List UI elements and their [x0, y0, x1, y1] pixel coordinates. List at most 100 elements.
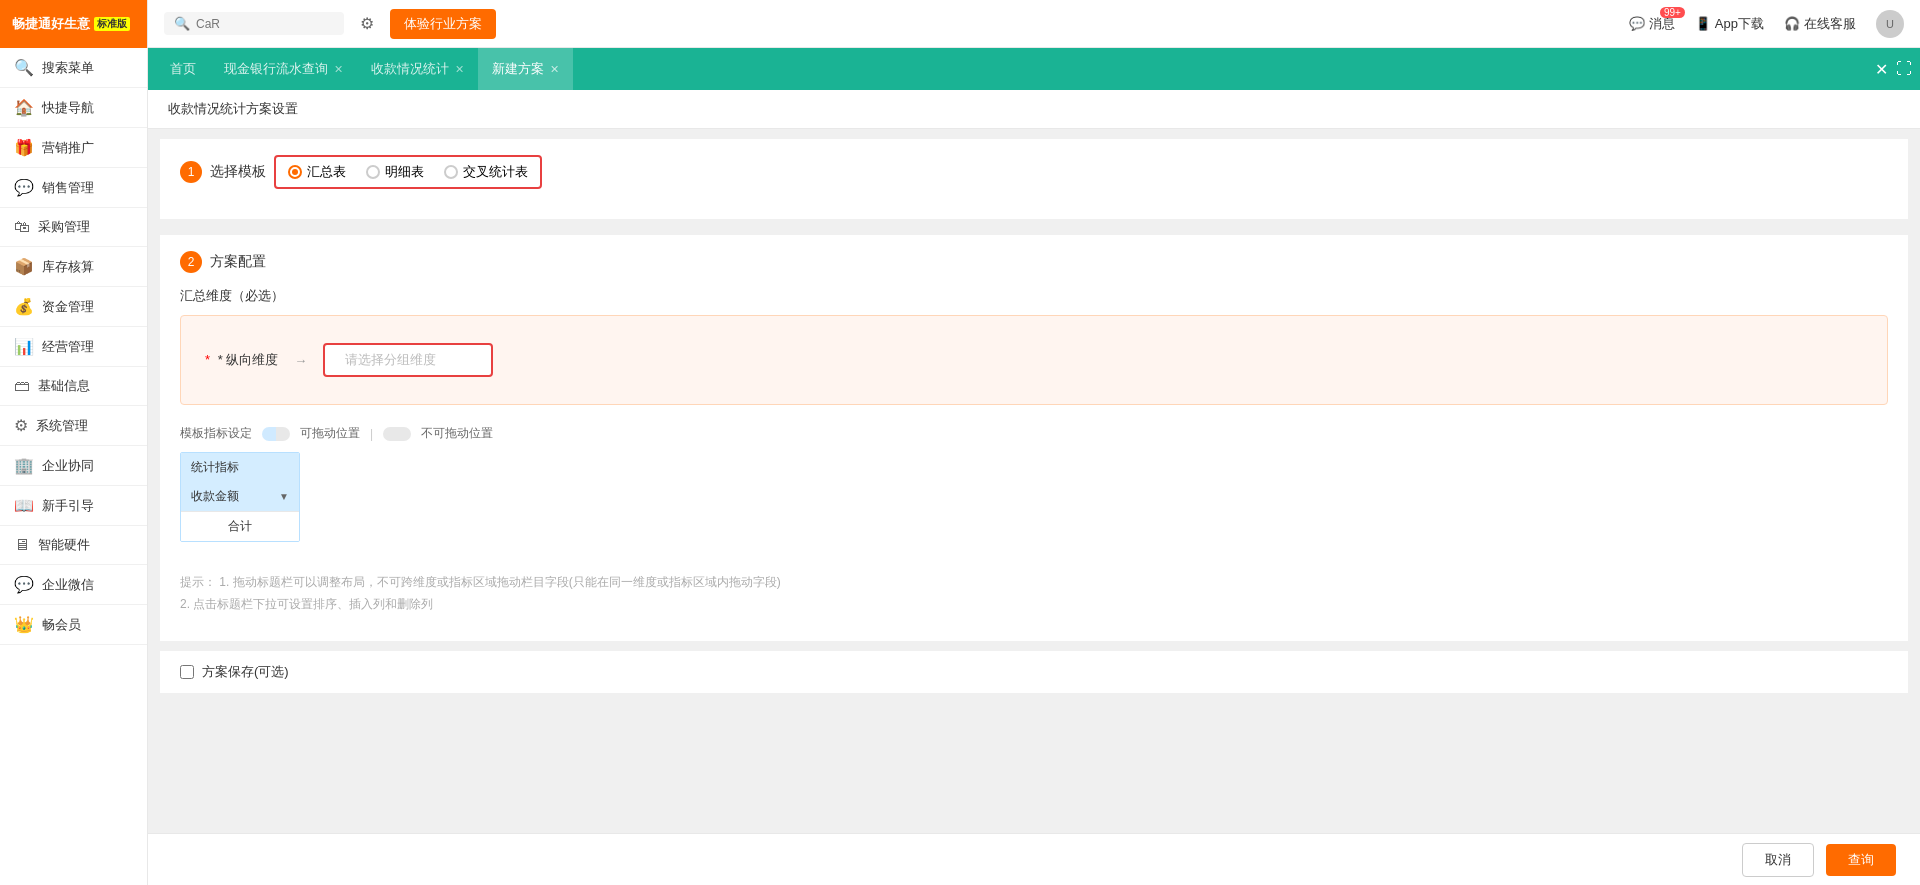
save-label: 方案保存(可选) [202, 663, 289, 681]
query-button[interactable]: 查询 [1826, 844, 1896, 876]
sidebar-label-purchase: 采购管理 [38, 218, 90, 236]
sidebar-icon-basic-info: 🗃 [14, 377, 30, 395]
step1-number: 1 [180, 161, 202, 183]
radio-cross[interactable]: 交叉统计表 [444, 163, 528, 181]
search-input[interactable] [196, 17, 316, 31]
arrow: → [294, 353, 307, 368]
content-area: 收款情况统计方案设置 1 选择模板 汇总表 明细表 交 [148, 90, 1920, 885]
radio-detail[interactable]: 明细表 [366, 163, 424, 181]
logo-badge: 标准版 [94, 17, 130, 31]
sidebar-icon-inventory: 📦 [14, 257, 34, 276]
tab-label-new-plan: 新建方案 [492, 60, 544, 78]
step2-section: 2 方案配置 汇总维度（必选） * * 纵向维度 → 请选择分组维度 [160, 235, 1908, 641]
sidebar-item-wechat[interactable]: 💬 企业微信 [0, 565, 147, 605]
metric-name-row[interactable]: 收款金额 ▼ [181, 482, 299, 511]
sidebar-item-basic-info[interactable]: 🗃 基础信息 [0, 367, 147, 406]
sidebar-label-inventory: 库存核算 [42, 258, 94, 276]
tab-new-plan[interactable]: 新建方案 ✕ [478, 48, 573, 90]
industry-btn[interactable]: 体验行业方案 [390, 9, 496, 39]
sidebar-icon-guide: 📖 [14, 496, 34, 515]
step1-section: 1 选择模板 汇总表 明细表 交叉统计表 [160, 139, 1908, 219]
dimension-row: * * 纵向维度 → 请选择分组维度 [205, 343, 1863, 377]
metric-sub: 合计 [228, 519, 252, 533]
sidebar-label-quick-nav: 快捷导航 [42, 99, 94, 117]
metrics-category: 统计指标 收款金额 ▼ 合计 [180, 452, 300, 542]
save-checkbox[interactable] [180, 665, 194, 679]
radio-summary[interactable]: 汇总表 [288, 163, 346, 181]
cancel-button[interactable]: 取消 [1742, 843, 1814, 877]
sidebar-label-sales: 销售管理 [42, 179, 94, 197]
sidebar-item-hardware[interactable]: 🖥智能硬件 [0, 526, 147, 565]
sidebar-item-enterprise[interactable]: 🏢企业协同 [0, 446, 147, 486]
sidebar-label-wechat: 企业微信 [42, 576, 94, 594]
metrics-title: 模板指标设定 [180, 425, 252, 442]
tab-close-receipts-stats[interactable]: ✕ [455, 63, 464, 76]
draggable-hint: 可拖动位置 [300, 425, 360, 442]
metric-name: 收款金额 [191, 488, 239, 505]
tab-close-new-plan[interactable]: ✕ [550, 63, 559, 76]
sidebar-label-enterprise: 企业协同 [42, 457, 94, 475]
sidebar-item-search-menu[interactable]: 🔍搜索菜单 [0, 48, 147, 88]
settings-icon[interactable]: ⚙ [360, 14, 374, 33]
required-star: * [205, 352, 210, 367]
main-content: 🔍 ⚙ 体验行业方案 💬 消息 99+ 📱 App下载 🎧 在线客服 U 首页现… [148, 0, 1920, 885]
topbar-right: 💬 消息 99+ 📱 App下载 🎧 在线客服 U [1629, 10, 1904, 38]
sidebar-item-purchase[interactable]: 🛍 采购管理 [0, 208, 147, 247]
step1-label: 选择模板 [210, 163, 266, 181]
vertical-dimension-label: * * 纵向维度 [205, 351, 278, 369]
page-title: 收款情况统计方案设置 [148, 90, 1920, 129]
sidebar-item-inventory[interactable]: 📦 库存核算 [0, 247, 147, 287]
sidebar-item-sales[interactable]: 💬销售管理 [0, 168, 147, 208]
message-btn[interactable]: 💬 消息 99+ [1629, 15, 1675, 33]
dimension-area: * * 纵向维度 → 请选择分组维度 [180, 315, 1888, 405]
download-btn[interactable]: 📱 App下载 [1695, 15, 1764, 33]
message-badge: 99+ [1660, 7, 1685, 18]
sidebar-icon-wechat: 💬 [14, 575, 34, 594]
avatar[interactable]: U [1876, 10, 1904, 38]
dimension-title: 汇总维度（必选） [180, 287, 1888, 305]
logo-text: 畅捷通好生意 [12, 16, 90, 32]
metric-sub-row: 合计 [181, 511, 299, 541]
sidebar-item-member[interactable]: 👑 畅会员 [0, 605, 147, 645]
sidebar-item-quick-nav[interactable]: 🏠 快捷导航 [0, 88, 147, 128]
metric-chevron-icon: ▼ [279, 491, 289, 502]
save-section: 方案保存(可选) [160, 651, 1908, 693]
sidebar-item-system[interactable]: ⚙系统管理 [0, 406, 147, 446]
sidebar-item-operations[interactable]: 📊经营管理 [0, 327, 147, 367]
radio-summary-label: 汇总表 [307, 163, 346, 181]
service-btn[interactable]: 🎧 在线客服 [1784, 15, 1856, 33]
step1-header: 1 选择模板 汇总表 明细表 交叉统计表 [180, 155, 1888, 189]
vertical-label-text: * 纵向维度 [218, 352, 279, 367]
sidebar-item-finance[interactable]: 💰资金管理 [0, 287, 147, 327]
tab-bank-flow[interactable]: 现金银行流水查询✕ [210, 48, 357, 90]
dimension-select[interactable]: 请选择分组维度 [323, 343, 493, 377]
radio-detail-circle [366, 165, 380, 179]
tab-close-bank-flow[interactable]: ✕ [334, 63, 343, 76]
sidebar-icon-operations: 📊 [14, 337, 34, 356]
sidebar-icon-quick-nav: 🏠 [14, 98, 34, 117]
sidebar-icon-member: 👑 [14, 615, 34, 634]
footer-bar: 取消 查询 [148, 833, 1920, 885]
tip-line1: 提示： 1. 拖动标题栏可以调整布局，不可跨维度或指标区域拖动栏目字段(只能在同… [180, 572, 1888, 594]
sidebar-label-member: 畅会员 [42, 616, 81, 634]
close-window-icon[interactable]: ✕ [1875, 60, 1888, 79]
sidebar-label-search-menu: 搜索菜单 [42, 59, 94, 77]
sidebar-icon-purchase: 🛍 [14, 218, 30, 236]
download-icon: 📱 [1695, 16, 1711, 31]
non-draggable-indicator [383, 427, 411, 441]
search-box[interactable]: 🔍 [164, 12, 344, 35]
sidebar-icon-finance: 💰 [14, 297, 34, 316]
tabbar: 首页现金银行流水查询✕收款情况统计✕ 新建方案 ✕ ✕ ⛶ [148, 48, 1920, 90]
tip-line2: 2. 点击标题栏下拉可设置排序、插入列和删除列 [180, 594, 1888, 616]
tab-home[interactable]: 首页 [156, 48, 210, 90]
radio-cross-label: 交叉统计表 [463, 163, 528, 181]
sidebar-icon-hardware: 🖥 [14, 536, 30, 554]
sidebar-item-marketing[interactable]: 🎁营销推广 [0, 128, 147, 168]
sidebar-item-guide[interactable]: 📖新手引导 [0, 486, 147, 526]
tab-receipts-stats[interactable]: 收款情况统计✕ [357, 48, 478, 90]
maximize-icon[interactable]: ⛶ [1896, 60, 1912, 79]
metrics-category-header[interactable]: 统计指标 [181, 453, 299, 482]
sidebar-label-basic-info: 基础信息 [38, 377, 90, 395]
sidebar-logo: 畅捷通好生意 标准版 [0, 0, 147, 48]
draggable-indicator [262, 427, 290, 441]
